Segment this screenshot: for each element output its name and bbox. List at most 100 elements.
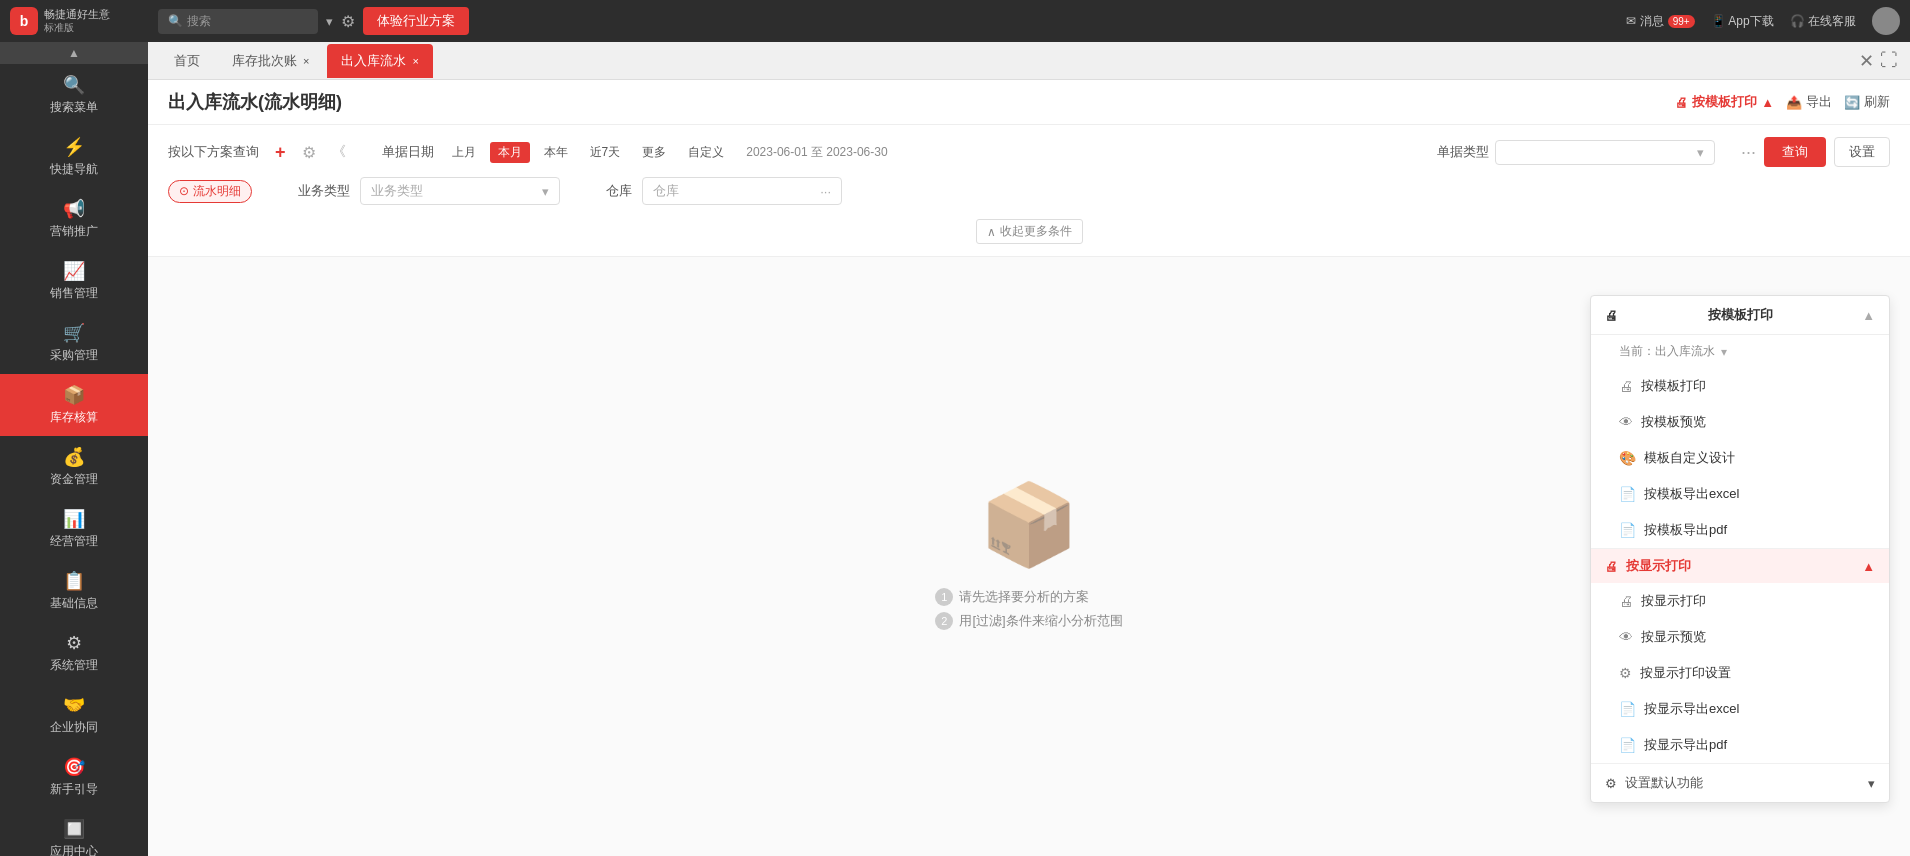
add-filter-button[interactable]: + [275, 142, 286, 163]
display-settings-icon: ⚙ [1619, 665, 1632, 681]
trial-button[interactable]: 体验行业方案 [363, 7, 469, 35]
footer-label: 设置默认功能 [1625, 774, 1703, 792]
search-icon: 🔍 [168, 14, 183, 28]
hint-item-2: 2 用[过滤]条件来缩小分析范围 [935, 612, 1122, 630]
avatar[interactable] [1872, 7, 1900, 35]
warehouse-more-icon[interactable]: ··· [820, 184, 831, 199]
sidebar-item-purchase[interactable]: 🛒 采购管理 [0, 312, 148, 374]
template-custom-item[interactable]: 🎨 模板自定义设计 [1591, 440, 1889, 476]
current-arrow-icon: ▾ [1721, 345, 1727, 359]
biz-type-select[interactable]: 业务类型 ▾ [360, 177, 560, 205]
display-section-icon: 🖨 [1605, 559, 1618, 574]
date-opt-this-month[interactable]: 本月 [490, 142, 530, 163]
message-icon: ✉ [1626, 14, 1636, 28]
collapse-area: ∧ 收起更多条件 [168, 213, 1890, 244]
sidebar-label: 应用中心 [50, 843, 98, 856]
biz-select-arrow-icon: ▾ [542, 184, 549, 199]
biz-type-label: 业务类型 [298, 182, 350, 200]
header-right: ✉ 消息 99+ 📱 App下载 🎧 在线客服 [1626, 7, 1900, 35]
export-button[interactable]: 📤 导出 [1786, 93, 1832, 111]
message-area[interactable]: ✉ 消息 99+ [1626, 13, 1695, 30]
gear-icon[interactable]: ⚙ [341, 12, 355, 31]
display-pdf-label: 按显示导出pdf [1644, 736, 1727, 754]
template-print-item[interactable]: 🖨 按模板打印 [1591, 368, 1889, 404]
display-excel-item[interactable]: 📄 按显示导出excel [1591, 691, 1889, 727]
footer-settings-icon: ⚙ [1605, 776, 1617, 791]
sidebar-item-apps[interactable]: 🔲 应用中心 [0, 808, 148, 856]
dropdown-footer[interactable]: ⚙ 设置默认功能 ▾ [1591, 764, 1889, 802]
page-header: 出入库流水(流水明细) 🖨 按模板打印 ▲ 📤 导出 🔄 刷新 [148, 80, 1910, 125]
window-expand-icon[interactable]: ⛶ [1880, 50, 1898, 71]
app-name: 畅捷通好生意 [44, 7, 110, 21]
filter-settings-icon[interactable]: ⚙ [302, 143, 316, 162]
customer-service[interactable]: 🎧 在线客服 [1790, 13, 1856, 30]
date-opt-7days[interactable]: 近7天 [582, 142, 629, 163]
filter-type-area: 单据类型 ▾ [1437, 140, 1715, 165]
dropdown-collapse-icon[interactable]: ▲ [1862, 308, 1875, 323]
display-pdf-item[interactable]: 📄 按显示导出pdf [1591, 727, 1889, 763]
sidebar-label: 经营管理 [50, 533, 98, 550]
sidebar-item-ops[interactable]: 📊 经营管理 [0, 498, 148, 560]
date-opt-this-year[interactable]: 本年 [536, 142, 576, 163]
dropdown-icon[interactable]: ▾ [326, 14, 333, 29]
template-preview-label: 按模板预览 [1641, 413, 1706, 431]
sidebar-item-search[interactable]: 🔍 搜索菜单 [0, 64, 148, 126]
template-preview-item[interactable]: 👁 按模板预览 [1591, 404, 1889, 440]
sidebar-item-corp[interactable]: 🤝 企业协同 [0, 684, 148, 746]
tab-flow[interactable]: 出入库流水 × [327, 44, 432, 78]
date-opt-last-month[interactable]: 上月 [444, 142, 484, 163]
more-dots-icon[interactable]: ··· [1741, 142, 1756, 163]
filter-tag-chip[interactable]: ⊙ 流水明细 [168, 180, 252, 203]
sidebar-label: 资金管理 [50, 471, 98, 488]
dropdown-display-section-header[interactable]: 🖨 按显示打印 ▲ [1591, 549, 1889, 583]
tab-batch-close[interactable]: × [303, 55, 309, 67]
purchase-icon: 🛒 [63, 322, 85, 344]
tab-home[interactable]: 首页 [160, 44, 214, 78]
tab-flow-close[interactable]: × [412, 55, 418, 67]
receipt-type-select[interactable]: ▾ [1495, 140, 1715, 165]
collapse-button[interactable]: ∧ 收起更多条件 [976, 219, 1083, 244]
app-download[interactable]: 📱 App下载 [1711, 13, 1774, 30]
main-layout: ▲ 🔍 搜索菜单 ⚡ 快捷导航 📢 营销推广 📈 销售管理 🛒 采购管理 📦 库… [0, 42, 1910, 856]
guide-icon: 🎯 [63, 756, 85, 778]
refresh-button[interactable]: 🔄 刷新 [1844, 93, 1890, 111]
template-preview-icon: 👁 [1619, 414, 1633, 430]
template-excel-item[interactable]: 📄 按模板导出excel [1591, 476, 1889, 512]
date-opt-more[interactable]: 更多 [634, 142, 674, 163]
display-print-label: 按显示打印 [1641, 592, 1706, 610]
sidebar-item-inventory[interactable]: 📦 库存核算 [0, 374, 148, 436]
display-print-item[interactable]: 🖨 按显示打印 [1591, 583, 1889, 619]
header-search: 🔍 搜索 ▾ ⚙ 体验行业方案 [158, 7, 1626, 35]
tab-flow-label: 出入库流水 [341, 52, 406, 70]
sidebar-label: 库存核算 [50, 409, 98, 426]
display-settings-item[interactable]: ⚙ 按显示打印设置 [1591, 655, 1889, 691]
export-label: 导出 [1806, 93, 1832, 111]
warehouse-select[interactable]: 仓库 ··· [642, 177, 842, 205]
display-preview-item[interactable]: 👁 按显示预览 [1591, 619, 1889, 655]
header-search-box[interactable]: 🔍 搜索 [158, 9, 318, 34]
sidebar-item-guide[interactable]: 🎯 新手引导 [0, 746, 148, 808]
sidebar-item-system[interactable]: ⚙ 系统管理 [0, 622, 148, 684]
sidebar-item-marketing[interactable]: 📢 营销推广 [0, 188, 148, 250]
system-icon: ⚙ [66, 632, 82, 654]
window-close-icon[interactable]: ✕ [1859, 50, 1874, 72]
page-actions: 🖨 按模板打印 ▲ 📤 导出 🔄 刷新 [1675, 93, 1890, 111]
sidebar-scroll-up[interactable]: ▲ [0, 42, 148, 64]
query-button[interactable]: 查询 [1764, 137, 1826, 167]
date-opt-custom[interactable]: 自定义 [680, 142, 732, 163]
inventory-icon: 📦 [63, 384, 85, 406]
filter-collapse-icon[interactable]: 《 [332, 143, 346, 161]
print-template-button[interactable]: 🖨 按模板打印 ▲ [1675, 93, 1774, 111]
tab-batch[interactable]: 库存批次账 × [218, 44, 323, 78]
hint-text-1: 请先选择要分析的方案 [959, 588, 1089, 606]
sidebar-item-sales[interactable]: 📈 销售管理 [0, 250, 148, 312]
filter-label: 按以下方案查询 [168, 143, 259, 161]
content-area: 首页 库存批次账 × 出入库流水 × ✕ ⛶ 出入库流水(流水明细) 🖨 按模板… [148, 42, 1910, 856]
display-excel-icon: 📄 [1619, 701, 1636, 717]
sidebar-item-basic[interactable]: 📋 基础信息 [0, 560, 148, 622]
template-pdf-item[interactable]: 📄 按模板导出pdf [1591, 512, 1889, 548]
sidebar-item-quick-nav[interactable]: ⚡ 快捷导航 [0, 126, 148, 188]
settings-button[interactable]: 设置 [1834, 137, 1890, 167]
sidebar-item-finance[interactable]: 💰 资金管理 [0, 436, 148, 498]
refresh-label: 刷新 [1864, 93, 1890, 111]
